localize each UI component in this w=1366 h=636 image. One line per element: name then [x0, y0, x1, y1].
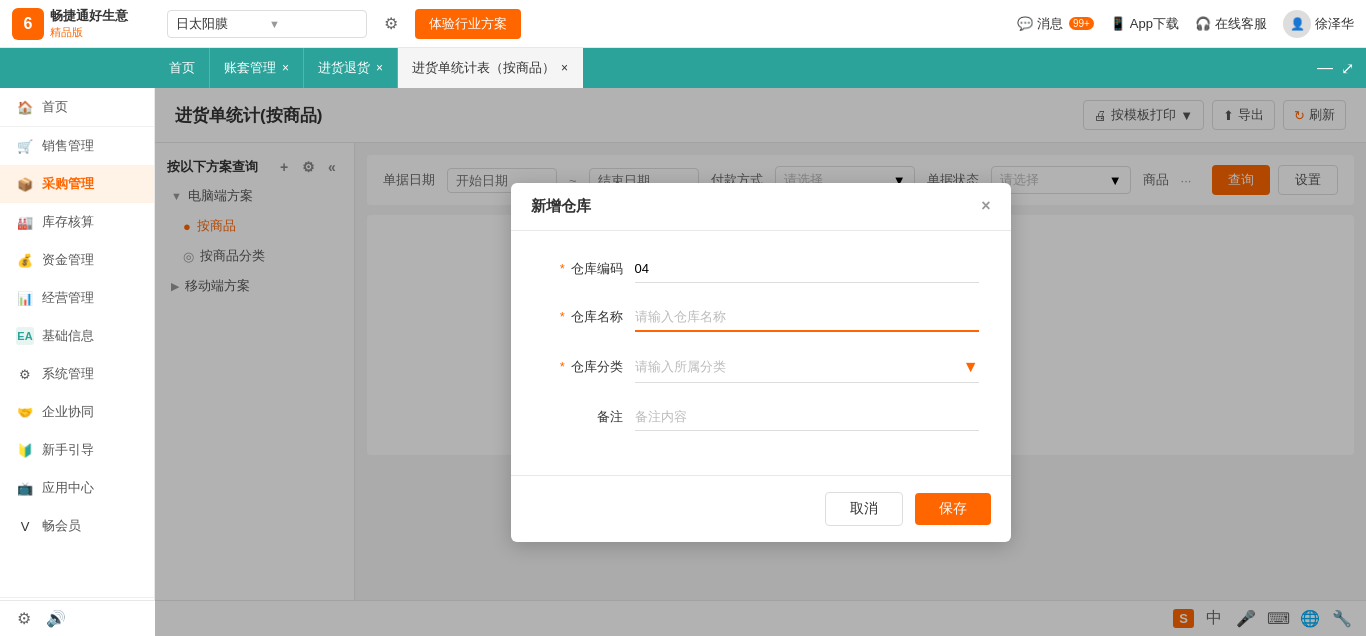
guide-icon: 🔰	[16, 441, 34, 459]
logo-text: 畅捷通好生意 精品版	[50, 7, 128, 40]
headset-icon: 🎧	[1195, 16, 1211, 31]
tab-accounts[interactable]: 账套管理 ×	[210, 48, 304, 88]
dialog-body: * 仓库编码 * 仓库名称	[511, 231, 1011, 475]
search-bar[interactable]: 日太阳膜 ▼	[167, 10, 367, 38]
messages-button[interactable]: 💬 消息 99+	[1017, 15, 1094, 33]
content-area: 进货单统计(按商品) 🖨 按模板打印 ▼ ⬆ 导出 ↻ 刷新	[155, 88, 1366, 636]
form-row-category: * 仓库分类 ▼	[543, 352, 979, 383]
enterprise-icon: 🤝	[16, 403, 34, 421]
member-icon: V	[16, 517, 34, 535]
logo-icon: 6	[12, 8, 44, 40]
save-button[interactable]: 保存	[915, 493, 991, 525]
tab-minimize-button[interactable]: —	[1313, 59, 1337, 77]
bottom-left: ⚙ 🔊	[12, 607, 68, 631]
code-input[interactable]	[635, 255, 979, 283]
system-icon: ⚙	[16, 365, 34, 383]
form-row-code: * 仓库编码	[543, 255, 979, 283]
sidebar: 🏠 首页 🛒 销售管理 📦 采购管理 🏭 库存核算 💰 资金管理 📊 经营管理 …	[0, 88, 155, 636]
experience-button[interactable]: 体验行业方案	[415, 9, 521, 39]
category-input[interactable]	[635, 359, 963, 374]
top-right: 💬 消息 99+ 📱 App下载 🎧 在线客服 👤 徐泽华	[1017, 10, 1354, 38]
gear-button[interactable]: ⚙	[375, 8, 407, 40]
search-dropdown-icon: ▼	[269, 18, 358, 30]
code-label: * 仓库编码	[543, 260, 623, 278]
warehouse-icon: 🏭	[16, 213, 34, 231]
form-row-notes: 备注	[543, 403, 979, 431]
info-icon: EA	[16, 327, 34, 345]
sidebar-item-sales[interactable]: 🛒 销售管理	[0, 127, 154, 165]
sidebar-item-apps[interactable]: 📺 应用中心	[0, 469, 154, 507]
category-select[interactable]: ▼	[635, 352, 979, 383]
settings-bottom-icon[interactable]: ⚙	[12, 607, 36, 631]
dialog-footer: 取消 保存	[511, 475, 1011, 542]
tab-expand-button[interactable]: ⤢	[1337, 59, 1358, 78]
message-icon: 💬	[1017, 16, 1033, 31]
apps-icon: 📺	[16, 479, 34, 497]
category-dropdown-icon: ▼	[963, 358, 979, 376]
cart-icon: 🛒	[16, 137, 34, 155]
dialog-header: 新增仓库 ×	[511, 183, 1011, 231]
sidebar-item-purchase[interactable]: 📦 采购管理	[0, 165, 154, 203]
finance-icon: 💰	[16, 251, 34, 269]
sidebar-item-system[interactable]: ⚙ 系统管理	[0, 355, 154, 393]
notes-label: 备注	[543, 408, 623, 426]
tab-home[interactable]: 首页	[155, 48, 210, 88]
tab-close-purchase-return[interactable]: ×	[376, 61, 383, 75]
sidebar-item-operations[interactable]: 📊 经营管理	[0, 279, 154, 317]
tab-bar: 首页 账套管理 × 进货退货 × 进货单统计表（按商品） × — ⤢	[0, 48, 1366, 88]
sidebar-item-guide[interactable]: 🔰 新手引导	[0, 431, 154, 469]
app-download-button[interactable]: 📱 App下载	[1110, 15, 1179, 33]
name-label: * 仓库名称	[543, 308, 623, 326]
main-layout: 🏠 首页 🛒 销售管理 📦 采购管理 🏭 库存核算 💰 资金管理 📊 经营管理 …	[0, 88, 1366, 636]
modal-overlay: 新增仓库 × * 仓库编码 *	[155, 88, 1366, 636]
sidebar-item-member[interactable]: V 畅会员	[0, 507, 154, 545]
volume-bottom-icon[interactable]: 🔊	[44, 607, 68, 631]
logo-area: 6 畅捷通好生意 精品版	[12, 7, 167, 40]
manage-icon: 📊	[16, 289, 34, 307]
cancel-button[interactable]: 取消	[825, 492, 903, 526]
messages-badge: 99+	[1069, 17, 1094, 30]
top-header: 6 畅捷通好生意 精品版 日太阳膜 ▼ ⚙ 体验行业方案 💬 消息 99+ 📱 …	[0, 0, 1366, 48]
tab-close-purchase-stats[interactable]: ×	[561, 61, 568, 75]
sidebar-item-home[interactable]: 🏠 首页	[0, 88, 154, 126]
purchase-icon: 📦	[16, 175, 34, 193]
sidebar-item-basic-info[interactable]: EA 基础信息	[0, 317, 154, 355]
name-input[interactable]	[635, 303, 979, 332]
sidebar-item-finance[interactable]: 💰 资金管理	[0, 241, 154, 279]
online-service-button[interactable]: 🎧 在线客服	[1195, 15, 1267, 33]
form-row-name: * 仓库名称	[543, 303, 979, 332]
phone-icon: 📱	[1110, 16, 1126, 31]
dialog-close-button[interactable]: ×	[981, 197, 990, 215]
user-menu[interactable]: 👤 徐泽华	[1283, 10, 1354, 38]
tab-purchase-return[interactable]: 进货退货 ×	[304, 48, 398, 88]
sidebar-item-enterprise[interactable]: 🤝 企业协同	[0, 393, 154, 431]
home-icon: 🏠	[16, 98, 34, 116]
tab-close-accounts[interactable]: ×	[282, 61, 289, 75]
notes-input[interactable]	[635, 403, 979, 431]
tab-actions: — ⤢	[1313, 59, 1366, 78]
dialog-title: 新增仓库	[531, 197, 591, 216]
avatar: 👤	[1283, 10, 1311, 38]
tab-purchase-stats[interactable]: 进货单统计表（按商品） ×	[398, 48, 583, 88]
add-warehouse-dialog: 新增仓库 × * 仓库编码 *	[511, 183, 1011, 542]
category-label: * 仓库分类	[543, 358, 623, 376]
sidebar-item-inventory[interactable]: 🏭 库存核算	[0, 203, 154, 241]
